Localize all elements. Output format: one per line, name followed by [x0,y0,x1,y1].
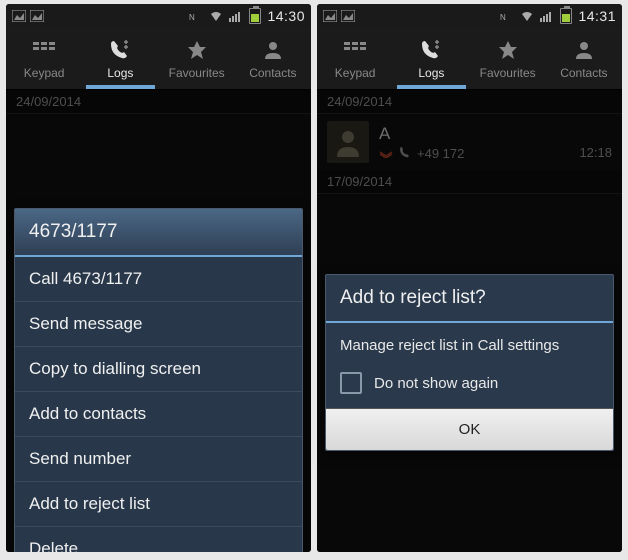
tab-label: Keypad [335,66,376,80]
tab-logs[interactable]: Logs [82,28,158,89]
contacts-icon [261,38,285,62]
svg-text:N: N [500,13,506,22]
menu-delete[interactable]: Delete [15,527,302,552]
status-bar: N 14:31 [317,4,622,28]
tab-logs[interactable]: Logs [393,28,469,89]
gallery-icon [30,10,44,22]
clock: 14:30 [267,8,305,24]
wifi-icon [520,10,534,22]
star-icon [496,38,520,62]
tab-label: Favourites [169,66,225,80]
menu-copy-dialling[interactable]: Copy to dialling screen [15,347,302,392]
checkbox-label: Do not show again [374,375,498,392]
menu-send-number[interactable]: Send number [15,437,302,482]
signal-icon [229,10,243,22]
tab-label: Logs [418,66,444,80]
signal-icon [540,10,554,22]
nfc-icon: N [189,10,203,22]
checkbox-icon [340,372,362,394]
content-area: 24/09/2014 A +49 172 [317,90,622,552]
menu-add-reject[interactable]: Add to reject list [15,482,302,527]
do-not-show-checkbox[interactable]: Do not show again [340,372,599,394]
status-bar: N 14:30 [6,4,311,28]
tabbar: Keypad Logs Favourites Contacts [317,28,622,90]
gallery-icon [12,10,26,22]
gallery-icon [323,10,337,22]
dialog-message: Manage reject list in Call settings [340,337,599,354]
context-menu-title: 4673/1177 [15,209,302,257]
menu-send-message[interactable]: Send message [15,302,302,347]
keypad-icon [32,38,56,62]
tab-label: Contacts [560,66,607,80]
ok-button[interactable]: OK [326,408,613,450]
battery-icon [249,8,261,24]
tab-keypad[interactable]: Keypad [317,28,393,89]
contacts-icon [572,38,596,62]
screenshot-right: N 14:31 Keypad [317,4,622,552]
battery-icon [560,8,572,24]
tab-label: Favourites [480,66,536,80]
tabbar: Keypad Logs Favourites Contacts [6,28,311,90]
logs-icon [419,38,443,62]
tab-label: Logs [107,66,133,80]
tab-favourites[interactable]: Favourites [470,28,546,89]
content-area: 24/09/2014 4673/1177 Call 4673/1177 Send… [6,90,311,552]
wifi-icon [209,10,223,22]
tab-favourites[interactable]: Favourites [159,28,235,89]
keypad-icon [343,38,367,62]
logs-icon [108,38,132,62]
context-menu: 4673/1177 Call 4673/1177 Send message Co… [14,208,303,552]
tab-label: Contacts [249,66,296,80]
tab-keypad[interactable]: Keypad [6,28,82,89]
screenshot-left: N 14:30 Keypad [6,4,311,552]
reject-dialog: Add to reject list? Manage reject list i… [325,274,614,451]
star-icon [185,38,209,62]
menu-add-contacts[interactable]: Add to contacts [15,392,302,437]
menu-call[interactable]: Call 4673/1177 [15,257,302,302]
nfc-icon: N [500,10,514,22]
clock: 14:31 [578,8,616,24]
svg-text:N: N [189,13,195,22]
gallery-icon [341,10,355,22]
dialog-title: Add to reject list? [326,275,613,323]
tab-contacts[interactable]: Contacts [235,28,311,89]
tab-contacts[interactable]: Contacts [546,28,622,89]
tab-label: Keypad [24,66,65,80]
